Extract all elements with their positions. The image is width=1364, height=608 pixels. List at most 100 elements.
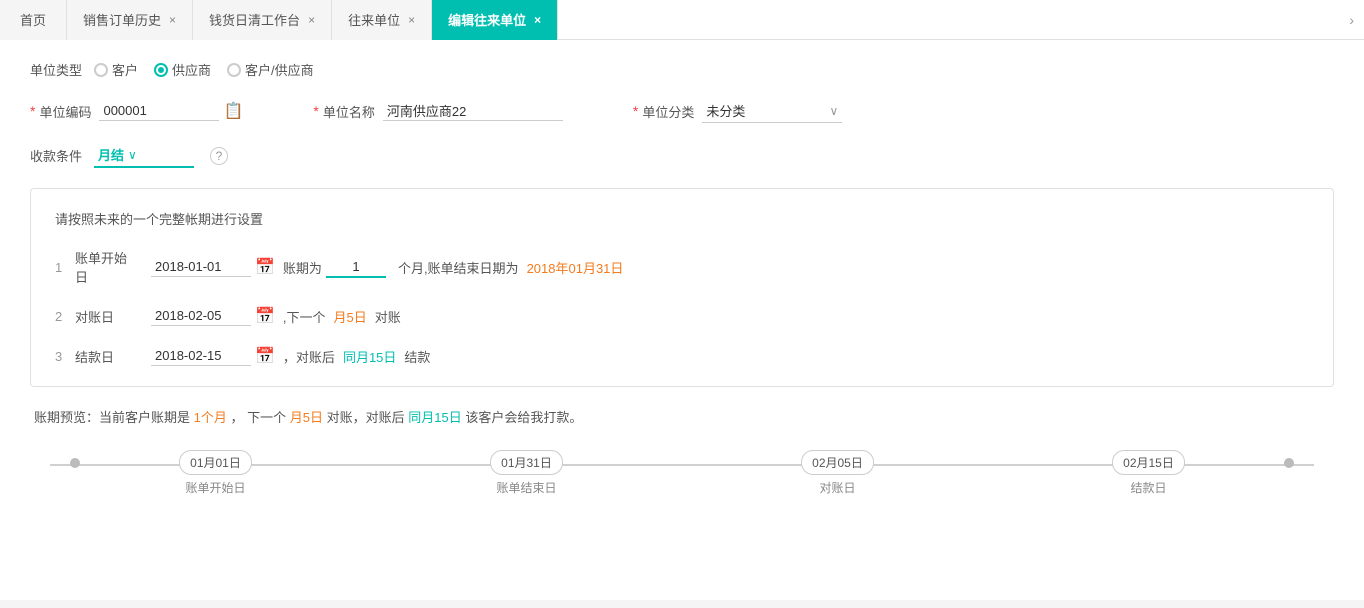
period-row-1: 1 账单开始日 📅 账期为 个月,账单结束日期为 2018年01月31日 xyxy=(55,248,1309,286)
tab-home[interactable]: 首页 xyxy=(0,0,67,40)
timeline-start-dot xyxy=(70,458,80,468)
radio-customer-circle xyxy=(94,63,108,77)
timeline-label-2: 账单结束日 xyxy=(496,479,556,496)
radio-customer[interactable]: 客户 xyxy=(94,60,138,79)
preview-sep3: 该客户会给我打款。 xyxy=(465,410,582,425)
tab-sales-history-label: 销售订单历史 xyxy=(83,10,161,29)
payment-date-calendar-icon[interactable]: 📅 xyxy=(255,346,275,366)
period-field-label-3: 结款日 xyxy=(75,347,135,366)
timeline-date-2: 01月31日 xyxy=(490,450,563,475)
payment-desc-after: 结款 xyxy=(404,347,430,366)
unit-name-label: 单位名称 xyxy=(323,102,375,121)
tabs-scroll-arrow[interactable]: › xyxy=(1339,0,1364,40)
chevron-right-icon: › xyxy=(1349,12,1354,28)
unit-category-select[interactable]: 未分类 ∨ xyxy=(702,99,842,123)
tab-edit-partner-label: 编辑往来单位 xyxy=(448,10,526,29)
radio-customer-supplier-label: 客户/供应商 xyxy=(245,60,314,79)
payment-condition-value: 月结 xyxy=(98,145,124,164)
reconcile-highlight: 月5日 xyxy=(334,307,367,326)
unit-type-row: 单位类型 客户 供应商 客户/供应商 xyxy=(30,60,1334,79)
radio-customer-supplier-circle xyxy=(227,63,241,77)
timeline-date-4: 02月15日 xyxy=(1112,450,1185,475)
period-row-2: 2 对账日 📅 ,下一个 月5日 对账 xyxy=(55,306,1309,326)
unit-category-required: * xyxy=(633,103,638,119)
payment-condition-row: 收款条件 月结 ∨ ? xyxy=(30,143,1334,168)
timeline-left-dot xyxy=(70,458,80,468)
preview-label: 账期预览：当前客户账期是 xyxy=(34,410,190,425)
reconcile-date-input[interactable] xyxy=(151,306,251,326)
period-field-label-1: 账单开始日 xyxy=(75,248,135,286)
unit-name-required: * xyxy=(313,103,318,119)
tab-partner-unit[interactable]: 往来单位 × xyxy=(332,0,432,40)
period-row-3: 3 结款日 📅 ，对账后 同月15日 结款 xyxy=(55,346,1309,366)
unit-info-row: * 单位编码 📋 * 单位名称 * 单位分类 未分类 ∨ xyxy=(30,99,1334,123)
tab-home-label: 首页 xyxy=(20,10,46,29)
timeline-section: 01月01日 账单开始日 01月31日 账单结束日 02月05日 对账日 02月… xyxy=(30,450,1334,496)
unit-type-group: 单位类型 客户 供应商 客户/供应商 xyxy=(30,60,314,79)
unit-type-label: 单位类型 xyxy=(30,60,82,79)
preview-section: 账期预览：当前客户账期是 1个月 ， 下一个 月5日 对账，对账后 同月15日 … xyxy=(30,407,1334,426)
timeline-node-2: 01月31日 账单结束日 xyxy=(371,450,682,496)
unit-name-input[interactable] xyxy=(383,101,563,121)
start-date-input[interactable] xyxy=(151,257,251,277)
tab-sales-history[interactable]: 销售订单历史 × xyxy=(67,0,193,40)
unit-code-group: * 单位编码 📋 xyxy=(30,101,243,121)
timeline-node-4: 02月15日 结款日 xyxy=(993,450,1304,496)
timeline-node-1: 01月01日 账单开始日 xyxy=(60,450,371,496)
tab-edit-partner[interactable]: 编辑往来单位 × xyxy=(432,0,558,40)
payment-highlight: 同月15日 xyxy=(343,347,396,366)
tabs-bar: 首页 销售订单历史 × 钱货日清工作台 × 往来单位 × 编辑往来单位 × › xyxy=(0,0,1364,40)
period-hint: 请按照未来的一个完整帐期进行设置 xyxy=(55,209,1309,228)
unit-code-label: 单位编码 xyxy=(39,102,91,121)
payment-desc-before: ，对账后 xyxy=(283,347,335,366)
reconcile-date-calendar-icon[interactable]: 📅 xyxy=(255,306,275,326)
period-end-date: 2018年01月31日 xyxy=(527,258,624,277)
period-field-label-2: 对账日 xyxy=(75,307,135,326)
payment-condition-label: 收款条件 xyxy=(30,146,82,165)
preview-part2-highlight: 月5日 xyxy=(290,410,323,425)
radio-supplier[interactable]: 供应商 xyxy=(154,60,211,79)
radio-supplier-circle xyxy=(154,63,168,77)
period-num-3: 3 xyxy=(55,349,75,364)
tab-cash-work[interactable]: 钱货日清工作台 × xyxy=(193,0,332,40)
unit-category-group: * 单位分类 未分类 ∨ xyxy=(633,99,842,123)
timeline-right-dot xyxy=(1284,458,1294,468)
payment-chevron-down-icon: ∨ xyxy=(128,148,137,162)
timeline-node-3: 02月05日 对账日 xyxy=(682,450,993,496)
period-month-label: 账期为 xyxy=(283,258,322,277)
unit-code-icon[interactable]: 📋 xyxy=(223,101,243,121)
timeline-end-dot xyxy=(1284,458,1294,468)
start-date-calendar-icon[interactable]: 📅 xyxy=(255,257,275,277)
unit-type-radio-group: 客户 供应商 客户/供应商 xyxy=(94,60,314,79)
preview-part2-pre: 下一个 xyxy=(247,410,286,425)
timeline-label-1: 账单开始日 xyxy=(185,479,245,496)
unit-code-input[interactable] xyxy=(99,101,219,121)
preview-sep2: 对账，对账后 xyxy=(327,410,405,425)
unit-name-group: * 单位名称 xyxy=(313,101,562,121)
help-icon[interactable]: ? xyxy=(210,147,228,165)
unit-category-label: 单位分类 xyxy=(642,102,694,121)
timeline-date-1: 01月01日 xyxy=(179,450,252,475)
tab-edit-partner-close[interactable]: × xyxy=(534,13,541,27)
tab-partner-unit-label: 往来单位 xyxy=(348,10,400,29)
payment-condition-select[interactable]: 月结 ∨ xyxy=(94,143,194,168)
tab-sales-history-close[interactable]: × xyxy=(169,13,176,27)
period-num-2: 2 xyxy=(55,309,75,324)
radio-customer-supplier[interactable]: 客户/供应商 xyxy=(227,60,314,79)
radio-supplier-label: 供应商 xyxy=(172,60,211,79)
timeline-label-4: 结款日 xyxy=(1130,479,1166,496)
period-num-1: 1 xyxy=(55,260,75,275)
unit-category-value: 未分类 xyxy=(706,101,829,120)
reconcile-desc-before: ,下一个 xyxy=(283,307,326,326)
payment-date-input[interactable] xyxy=(151,346,251,366)
chevron-down-icon: ∨ xyxy=(830,104,839,118)
tab-partner-unit-close[interactable]: × xyxy=(408,13,415,27)
month-input[interactable] xyxy=(326,257,386,278)
preview-part1: 1个月 xyxy=(194,410,227,425)
reconcile-desc-after: 对账 xyxy=(375,307,401,326)
tab-cash-work-close[interactable]: × xyxy=(308,13,315,27)
main-content: 单位类型 客户 供应商 客户/供应商 * 单位编码 xyxy=(0,40,1364,600)
radio-customer-label: 客户 xyxy=(112,60,138,79)
timeline-label-3: 对账日 xyxy=(819,479,855,496)
period-card: 请按照未来的一个完整帐期进行设置 1 账单开始日 📅 账期为 个月,账单结束日期… xyxy=(30,188,1334,387)
